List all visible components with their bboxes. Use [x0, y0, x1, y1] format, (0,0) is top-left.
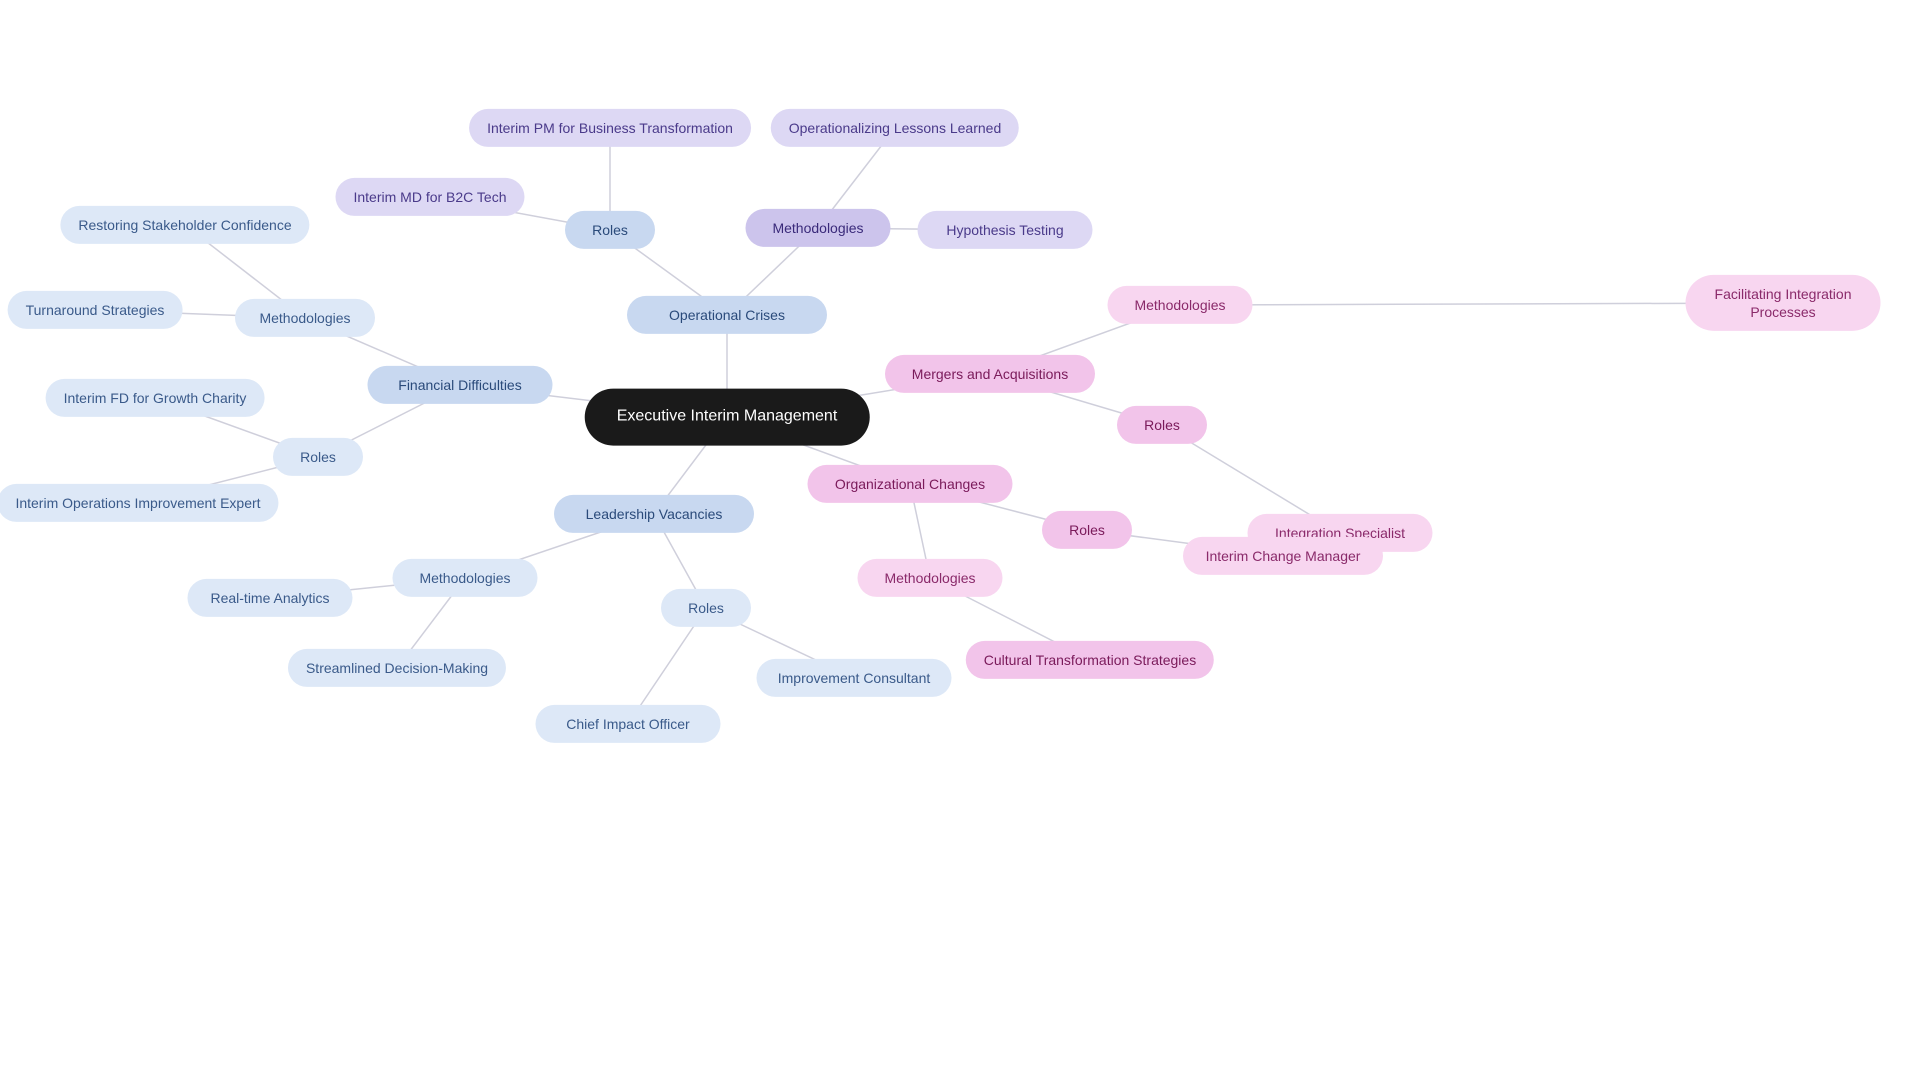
node-roles-fin[interactable]: Roles: [273, 438, 363, 476]
node-methodologies-lead[interactable]: Methodologies: [393, 559, 538, 597]
node-improvement[interactable]: Improvement Consultant: [757, 659, 952, 697]
node-interim-ops[interactable]: Interim Operations Improvement Expert: [0, 484, 279, 522]
node-leadership-vacancies[interactable]: Leadership Vacancies: [554, 495, 754, 533]
node-hypothesis[interactable]: Hypothesis Testing: [918, 211, 1093, 249]
node-restoring[interactable]: Restoring Stakeholder Confidence: [60, 206, 309, 244]
mindmap-container: Executive Interim Management Operational …: [0, 0, 1920, 1083]
node-streamlined[interactable]: Streamlined Decision-Making: [288, 649, 506, 687]
node-operational-crises[interactable]: Operational Crises: [627, 296, 827, 334]
node-financial-difficulties[interactable]: Financial Difficulties: [368, 366, 553, 404]
node-roles-ma[interactable]: Roles: [1117, 406, 1207, 444]
node-interim-md[interactable]: Interim MD for B2C Tech: [335, 178, 524, 216]
connections-svg: [0, 0, 1920, 1083]
node-roles-lead[interactable]: Roles: [661, 589, 751, 627]
node-interim-pm[interactable]: Interim PM for Business Transformation: [469, 109, 751, 147]
node-chief-impact[interactable]: Chief Impact Officer: [536, 705, 721, 743]
center-node[interactable]: Executive Interim Management: [585, 389, 870, 446]
node-methodologies-top[interactable]: Methodologies: [746, 209, 891, 247]
node-realtime[interactable]: Real-time Analytics: [188, 579, 353, 617]
node-methodologies-ma[interactable]: Methodologies: [1108, 286, 1253, 324]
node-methodologies-fin[interactable]: Methodologies: [235, 299, 375, 337]
node-interim-fd[interactable]: Interim FD for Growth Charity: [46, 379, 265, 417]
node-interim-change[interactable]: Interim Change Manager: [1183, 537, 1383, 575]
node-facilitating[interactable]: Facilitating Integration Processes: [1686, 275, 1881, 331]
node-operationalizing[interactable]: Operationalizing Lessons Learned: [771, 109, 1019, 147]
node-roles-top[interactable]: Roles: [565, 211, 655, 249]
node-cultural[interactable]: Cultural Transformation Strategies: [966, 641, 1214, 679]
node-mergers[interactable]: Mergers and Acquisitions: [885, 355, 1095, 393]
node-roles-org[interactable]: Roles: [1042, 511, 1132, 549]
node-org-changes[interactable]: Organizational Changes: [808, 465, 1013, 503]
node-turnaround[interactable]: Turnaround Strategies: [8, 291, 183, 329]
node-methodologies-org[interactable]: Methodologies: [858, 559, 1003, 597]
